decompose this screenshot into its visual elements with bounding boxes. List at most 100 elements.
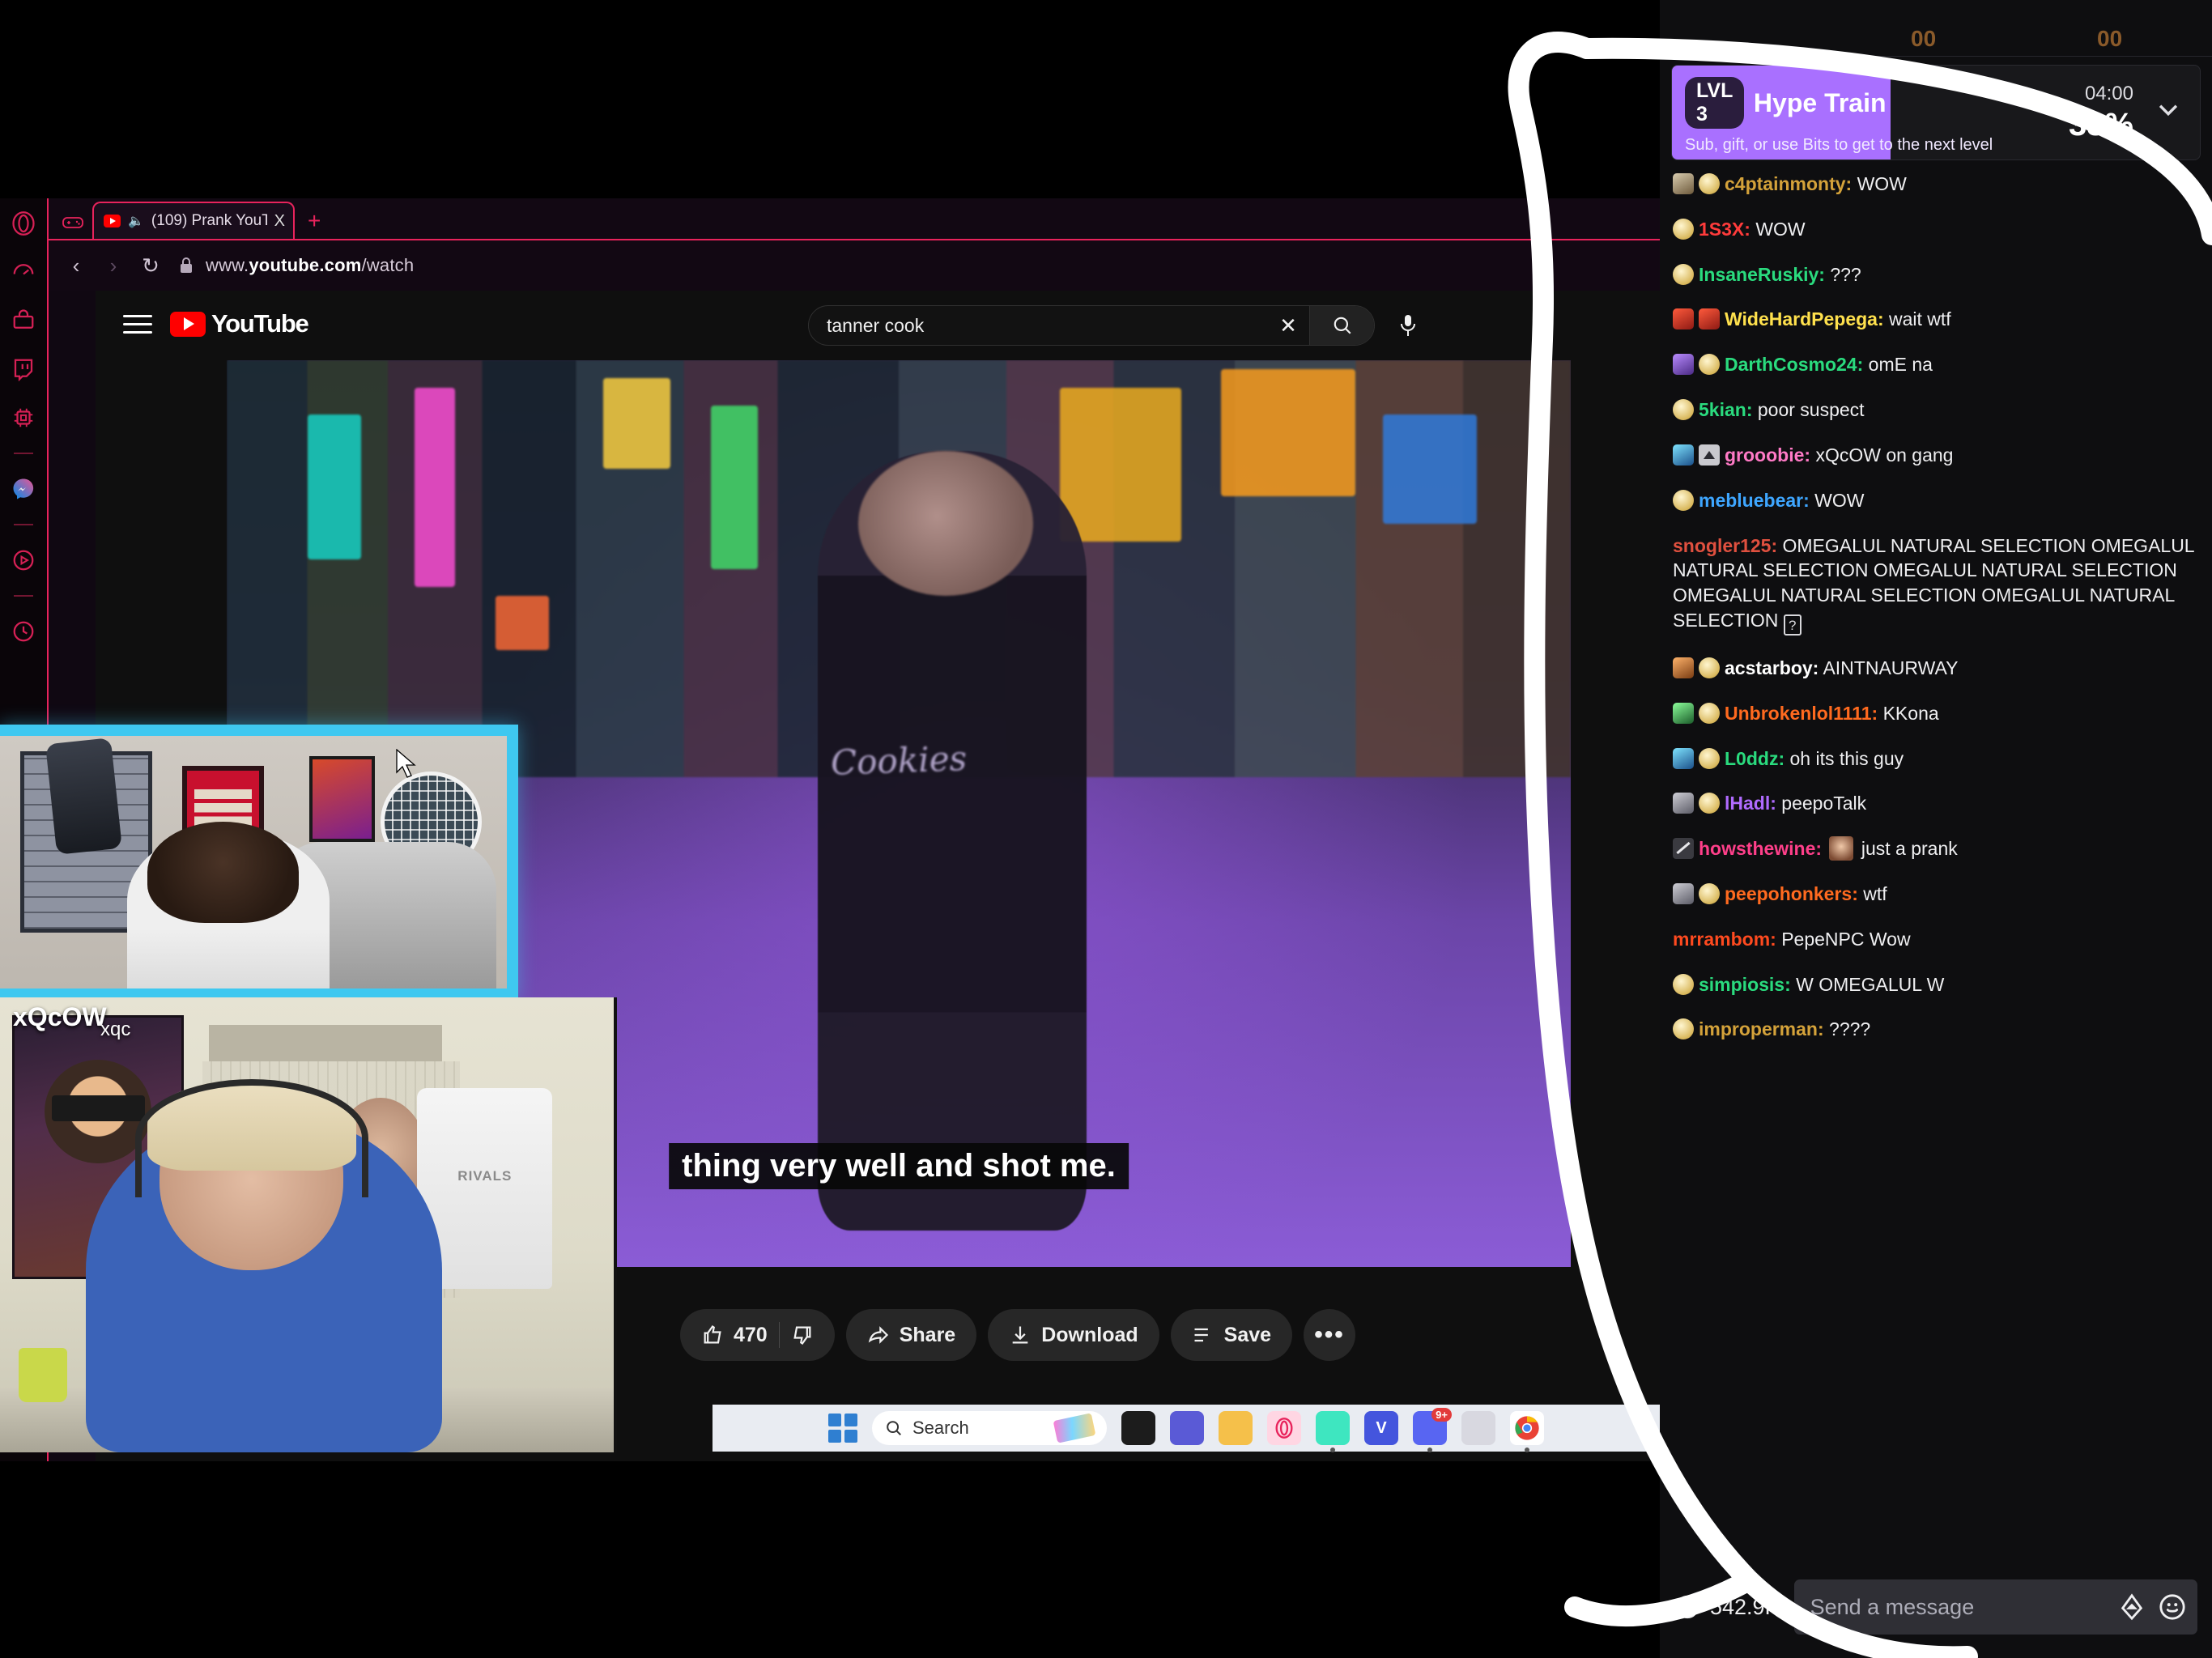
file-explorer-icon[interactable] [1219, 1411, 1253, 1445]
youtube-logo[interactable]: YouTube [170, 309, 309, 338]
opera-gx-icon[interactable] [1267, 1411, 1301, 1445]
chat-username[interactable]: acstarboy: [1725, 657, 1819, 678]
magnifier-icon[interactable] [1309, 306, 1374, 345]
save-button[interactable]: Save [1170, 1309, 1293, 1361]
gx-control-icon[interactable] [10, 258, 37, 286]
chat-message-list[interactable]: c4ptainmonty: WOW 1S3X: WOW InsaneRuskiy: … [1660, 160, 2212, 1567]
share-arrow-icon [868, 1326, 888, 1344]
taskbar-search[interactable]: Search [872, 1411, 1107, 1445]
chat-message-text: WOW [1857, 173, 1907, 194]
youtube-logo-text: YouTube [211, 309, 309, 338]
new-tab-button[interactable]: + [296, 208, 332, 239]
hamburger-icon[interactable] [120, 306, 155, 342]
chat-message: mrrambom: PepeNPC Wow [1673, 927, 2199, 952]
jersey-text: RIVALS [457, 1168, 513, 1184]
messenger-icon[interactable] [10, 475, 37, 503]
chat-badge-cyan-icon [1673, 444, 1694, 466]
hype-train-title: Hype Train [1753, 87, 1887, 117]
chat-username[interactable]: mebluebear: [1699, 490, 1810, 511]
shopping-icon[interactable] [10, 307, 37, 334]
like-dislike-group[interactable]: 470 [680, 1309, 835, 1361]
search-box[interactable]: ✕ [808, 305, 1375, 346]
share-label: Share [899, 1323, 956, 1346]
chat-message: peepohonkers: wtf [1673, 882, 2199, 907]
chat-message: howsthewine: just a prank [1673, 836, 2199, 861]
opera-logo-icon[interactable] [10, 210, 37, 237]
save-label: Save [1223, 1323, 1272, 1346]
chat-username[interactable]: lHadl: [1725, 793, 1776, 814]
address-bar[interactable]: www.youtube.com/watch [206, 255, 414, 276]
chat-badge-sub-gold-icon [1699, 354, 1720, 376]
cam-label-secondary: xqc [100, 1018, 131, 1040]
chat-username[interactable]: WideHardPepega: [1725, 308, 1884, 329]
browser-tab[interactable]: 🔈 (109) Prank YouTuber s X [92, 202, 295, 239]
teams-icon[interactable] [1170, 1411, 1204, 1445]
close-icon[interactable]: X [274, 212, 285, 231]
download-button[interactable]: Download [988, 1309, 1159, 1361]
speaker-icon[interactable]: 🔈 [128, 213, 144, 229]
hype-train-banner[interactable]: LVL 3 Hype Train Sub, gift, or use Bits … [1671, 65, 2201, 160]
sidebar-divider [14, 453, 33, 454]
bits-diamond-icon [2121, 1593, 2143, 1621]
chat-username[interactable]: L0ddz: [1725, 748, 1784, 769]
back-button[interactable]: ‹ [60, 249, 92, 282]
search-input[interactable] [809, 314, 1267, 337]
chat-username[interactable]: Unbrokenlol1111: [1725, 703, 1878, 724]
share-button[interactable]: Share [845, 1309, 977, 1361]
chat-username[interactable]: snogler125: [1673, 535, 1777, 556]
chat-badge-gray-icon [1673, 883, 1694, 904]
microphone-icon[interactable] [1389, 307, 1427, 344]
chat-username[interactable]: 5kian: [1699, 399, 1752, 420]
taskbar-search-placeholder: Search [912, 1418, 969, 1438]
list-save-icon [1194, 1328, 1208, 1342]
cam-top-image [0, 736, 507, 988]
more-actions-button[interactable]: ••• [1304, 1309, 1356, 1361]
video-subject-head [858, 451, 1033, 597]
chat-message-text: xQcOW on gang [1815, 444, 1954, 466]
chat-badge-skull-icon [1673, 173, 1694, 194]
chat-username[interactable]: c4ptainmonty: [1725, 173, 1852, 194]
chevron-down-icon[interactable] [2155, 96, 2182, 130]
chat-username[interactable]: 1S3X: [1699, 219, 1750, 240]
snipping-tool-icon[interactable] [1461, 1411, 1495, 1445]
chat-message: snogler125: OMEGALUL NATURAL SELECTION O… [1673, 534, 2199, 636]
app-dark-icon[interactable] [1121, 1411, 1155, 1445]
chat-badge-sub-gold-icon [1673, 1018, 1694, 1040]
chat-username[interactable]: InsaneRuskiy: [1699, 264, 1825, 285]
reload-button[interactable]: ↻ [134, 249, 167, 282]
chat-username[interactable]: improperman: [1699, 1018, 1824, 1039]
chat-username[interactable]: mrrambom: [1673, 929, 1776, 950]
chat-message-text: KKona [1882, 702, 1939, 724]
app-green-icon[interactable] [1316, 1411, 1350, 1445]
chat-badge-sub-gold-icon [1699, 883, 1720, 904]
chat-username[interactable]: grooobie: [1725, 444, 1810, 466]
hype-train-percent: 38% [2068, 106, 2133, 142]
chat-message: 5kian: poor suspect [1673, 397, 2199, 423]
chat-badge-cyan-icon [1673, 747, 1694, 769]
chat-input[interactable]: Send a message [1793, 1579, 2197, 1635]
hoodie-text: Cookies [830, 738, 968, 784]
history-icon[interactable] [10, 618, 37, 645]
chat-message-text: wtf [1863, 883, 1887, 904]
twitch-icon[interactable] [10, 355, 37, 383]
chat-message-text: AINTNAURWAY [1823, 657, 1959, 678]
chat-username[interactable]: DarthCosmo24: [1725, 354, 1863, 375]
chat-username[interactable]: peepohonkers: [1725, 883, 1858, 904]
chat-message-text: ???? [1829, 1018, 1871, 1040]
viewer-count-group[interactable]: 542.9K [1674, 1594, 1780, 1620]
forward-button[interactable]: › [97, 249, 130, 282]
chat-username[interactable]: howsthewine: [1699, 838, 1822, 859]
cpu-limiter-icon[interactable] [10, 404, 37, 432]
gx-gamepad-icon[interactable] [55, 206, 91, 239]
chat-message-text: oh its this guy [1789, 747, 1904, 769]
chat-username[interactable]: simpiosis: [1699, 974, 1791, 995]
viewer-count: 542.9K [1710, 1594, 1780, 1619]
chrome-icon[interactable] [1510, 1411, 1544, 1445]
browser-navbar: ‹ › ↻ www.youtube.com/watch [49, 240, 1660, 291]
chat-badge-sub-gold-icon [1673, 973, 1694, 995]
clear-icon[interactable]: ✕ [1267, 313, 1309, 338]
windows-start-icon[interactable] [828, 1414, 857, 1443]
vencord-icon[interactable]: V [1364, 1411, 1398, 1445]
player-icon[interactable] [10, 546, 37, 574]
discord-icon[interactable]: 9+ [1413, 1408, 1452, 1445]
